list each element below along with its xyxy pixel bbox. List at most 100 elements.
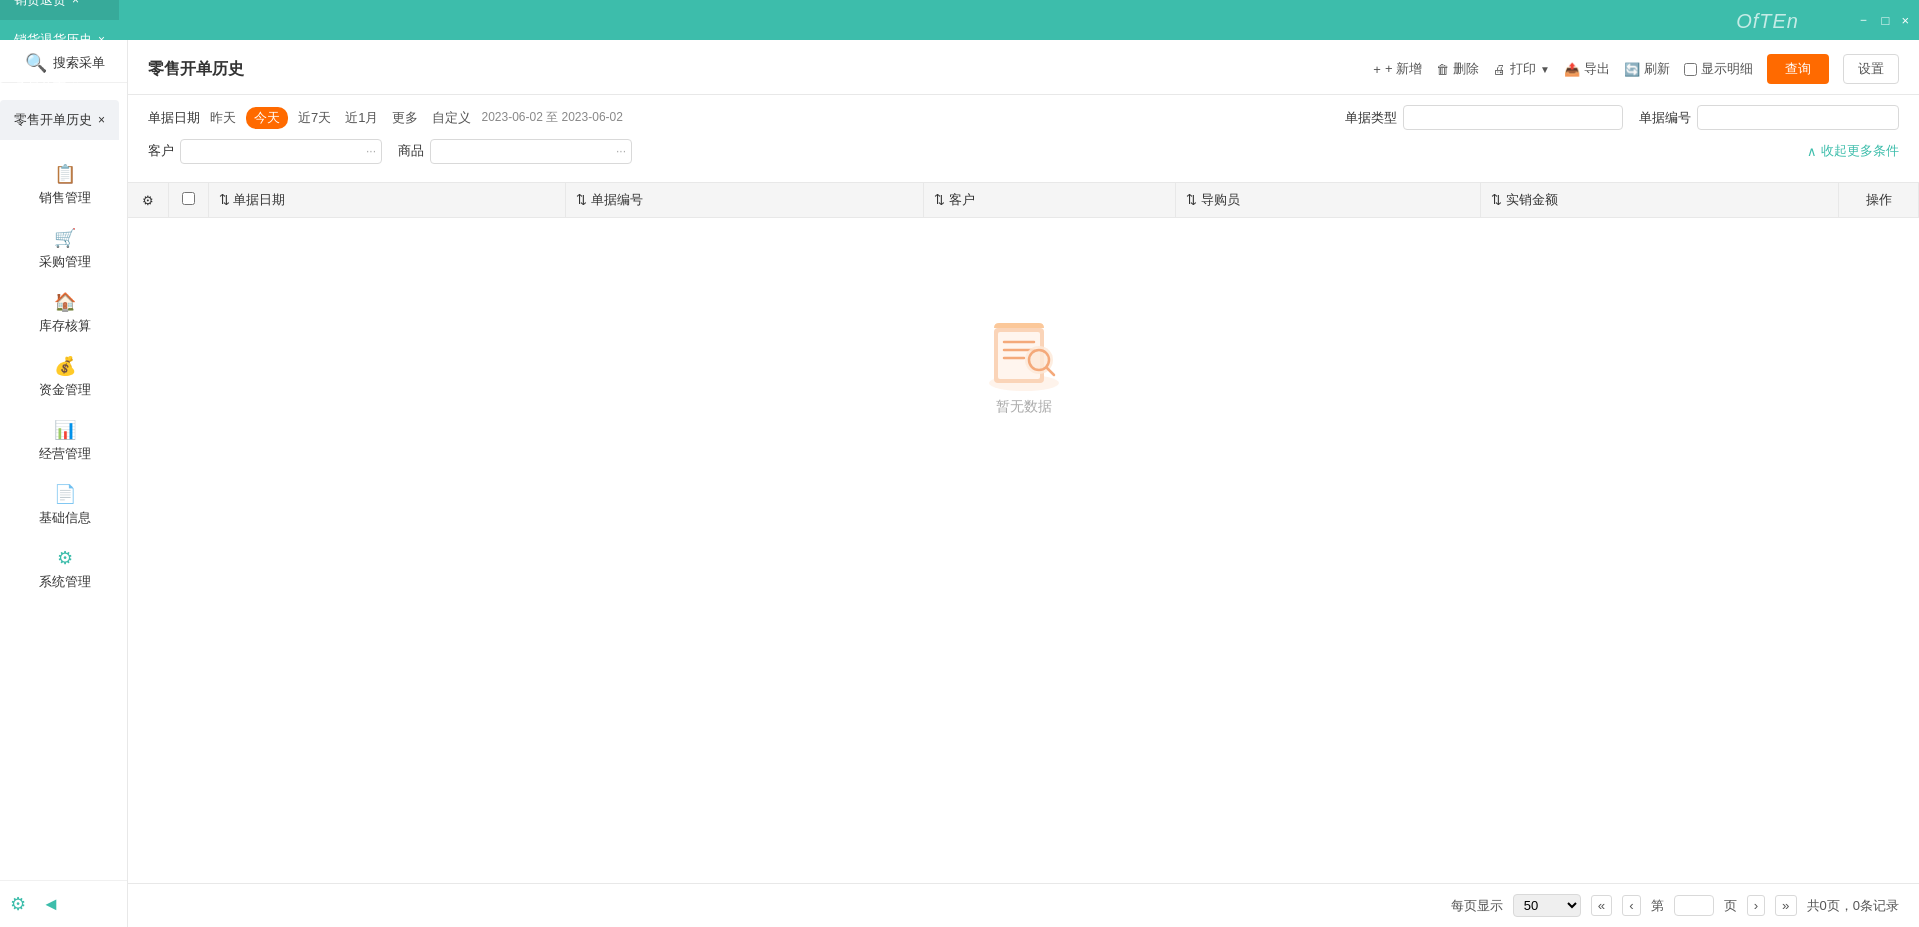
sidebar: 🔍 搜索采单 ⊞快捷导航📋销售管理🛒采购管理🏠库存核算💰资金管理📊经营管理📄基础… xyxy=(0,40,128,927)
main-layout: 🔍 搜索采单 ⊞快捷导航📋销售管理🛒采购管理🏠库存核算💰资金管理📊经营管理📄基础… xyxy=(0,40,1919,927)
page-header: 零售开单历史 + + 新增 🗑 删除 🖨 打印 ▼ 📤 导出 xyxy=(128,40,1919,95)
doc-type-select[interactable] xyxy=(1403,105,1623,130)
collapse-btn-container: ∧ 收起更多条件 xyxy=(1807,138,1899,164)
doc-number-label: 单据编号 xyxy=(1639,109,1691,127)
query-button[interactable]: 查询 xyxy=(1767,54,1829,84)
data-table: ⚙ ⇅ 单据日期⇅ 单据编号⇅ 客户⇅ 导购员⇅ 实销金额操作 xyxy=(128,183,1919,218)
date-opt-5[interactable]: 自定义 xyxy=(428,107,475,129)
maximize-btn[interactable]: □ xyxy=(1882,13,1890,28)
tab-sales-return-history[interactable]: 销货退货历史× xyxy=(0,20,119,60)
finance-label: 资金管理 xyxy=(39,381,91,399)
display-detail-input[interactable] xyxy=(1684,63,1697,76)
col-header-date[interactable]: ⇅ 单据日期 xyxy=(208,183,566,218)
col-header-guide[interactable]: ⇅ 导购员 xyxy=(1176,183,1481,218)
date-opt-3[interactable]: 近1月 xyxy=(341,107,382,129)
sidebar-item-inventory[interactable]: 🏠 库存核算 xyxy=(0,279,127,343)
inventory-label: 库存核算 xyxy=(39,317,91,335)
tab-retail-open-history[interactable]: 零售开单历史× xyxy=(0,100,119,140)
filter-row-1: 单据日期 昨天今天近7天近1月更多自定义 2023-06-02 至 2023-0… xyxy=(148,105,1899,130)
product-input[interactable] xyxy=(430,139,632,164)
doc-type-label: 单据类型 xyxy=(1345,109,1397,127)
close-btn[interactable]: × xyxy=(1901,13,1909,28)
export-button[interactable]: 📤 导出 xyxy=(1564,60,1610,78)
table-header: ⚙ ⇅ 单据日期⇅ 单据编号⇅ 客户⇅ 导购员⇅ 实销金额操作 xyxy=(128,183,1919,218)
delete-label: 删除 xyxy=(1453,60,1479,78)
sidebar-footer: ⚙ ◄ xyxy=(0,880,127,927)
col-header-number[interactable]: ⇅ 单据编号 xyxy=(566,183,924,218)
date-opt-1[interactable]: 今天 xyxy=(246,107,288,129)
print-button[interactable]: 🖨 打印 ▼ xyxy=(1493,60,1550,78)
collapse-icon: ∧ xyxy=(1807,144,1817,159)
date-opt-0[interactable]: 昨天 xyxy=(206,107,240,129)
prev-page-btn[interactable]: ‹ xyxy=(1622,895,1640,916)
display-detail-label: 显示明细 xyxy=(1701,60,1753,78)
delete-icon: 🗑 xyxy=(1436,62,1449,77)
refresh-button[interactable]: 🔄 刷新 xyxy=(1624,60,1670,78)
export-icon: 📤 xyxy=(1564,62,1580,77)
page-size-select[interactable]: 102050100 xyxy=(1513,894,1581,917)
brand-watermark: OfTEn xyxy=(1736,10,1799,33)
date-opt-2[interactable]: 近7天 xyxy=(294,107,335,129)
pagination-bar: 每页显示 102050100 « ‹ 第 1 页 › » 共0页，0条记录 xyxy=(128,883,1919,927)
page-title: 零售开单历史 xyxy=(148,59,244,80)
settings-icon[interactable]: ⚙ xyxy=(10,893,26,915)
next-page-btn[interactable]: › xyxy=(1747,895,1765,916)
sidebar-item-operations[interactable]: 📊经营管理 xyxy=(0,407,127,471)
sys-mgmt-icon: ⚙ xyxy=(57,547,73,569)
print-icon: 🖨 xyxy=(1493,62,1506,77)
table-header-row: ⚙ ⇅ 单据日期⇅ 单据编号⇅ 客户⇅ 导购员⇅ 实销金额操作 xyxy=(128,183,1919,218)
content-area: 零售开单历史 + + 新增 🗑 删除 🖨 打印 ▼ 📤 导出 xyxy=(128,40,1919,927)
tab-close-sales-return-history[interactable]: × xyxy=(98,33,105,47)
sidebar-item-basic-info[interactable]: 📄基础信息 xyxy=(0,471,127,535)
settings-button[interactable]: 设置 xyxy=(1843,54,1899,84)
inventory-icon: 🏠 xyxy=(54,291,76,313)
filter-row-2: 客户 ··· 商品 ··· ∧ xyxy=(148,138,1899,164)
tab-retail-open[interactable]: 零售开单× xyxy=(0,60,119,100)
tab-sales-return[interactable]: 销货退货× xyxy=(0,0,119,20)
delete-button[interactable]: 🗑 删除 xyxy=(1436,60,1479,78)
col-header-operation: 操作 xyxy=(1839,183,1919,218)
first-page-btn[interactable]: « xyxy=(1591,895,1612,916)
page-input[interactable]: 1 xyxy=(1674,895,1714,916)
refresh-label: 刷新 xyxy=(1644,60,1670,78)
col-header-settings: ⚙ xyxy=(128,183,168,218)
customer-filter: 客户 ··· xyxy=(148,139,382,164)
product-filter: 商品 ··· xyxy=(398,139,632,164)
sidebar-item-purchase-mgmt[interactable]: 🛒采购管理 xyxy=(0,215,127,279)
collapse-sidebar-icon[interactable]: ◄ xyxy=(42,894,60,915)
last-page-btn[interactable]: » xyxy=(1775,895,1796,916)
doc-number-input[interactable] xyxy=(1697,105,1899,130)
col-header-amount[interactable]: ⇅ 实销金额 xyxy=(1480,183,1838,218)
minimize-btn[interactable]: － xyxy=(1857,11,1870,29)
date-label: 单据日期 xyxy=(148,109,200,127)
tab-close-retail-open-history[interactable]: × xyxy=(98,113,105,127)
collapse-label: 收起更多条件 xyxy=(1821,142,1899,160)
collapse-button[interactable]: ∧ 收起更多条件 xyxy=(1807,138,1899,164)
purchase-mgmt-icon: 🛒 xyxy=(54,227,76,249)
tab-close-retail-open[interactable]: × xyxy=(72,73,79,87)
tab-close-sales-return[interactable]: × xyxy=(72,0,79,7)
col-header-checkbox xyxy=(168,183,208,218)
empty-illustration xyxy=(974,298,1074,398)
filter-area: 单据日期 昨天今天近7天近1月更多自定义 2023-06-02 至 2023-0… xyxy=(128,95,1919,183)
date-opt-4[interactable]: 更多 xyxy=(388,107,422,129)
operations-label: 经营管理 xyxy=(39,445,91,463)
sidebar-item-sales-mgmt[interactable]: 📋销售管理 xyxy=(0,151,127,215)
print-dropdown-icon: ▼ xyxy=(1540,64,1550,75)
customer-input[interactable] xyxy=(180,139,382,164)
sidebar-item-finance[interactable]: 💰资金管理 xyxy=(0,343,127,407)
doc-type-input-wrap xyxy=(1403,105,1623,130)
new-icon: + xyxy=(1373,62,1381,77)
empty-text: 暂无数据 xyxy=(996,398,1052,416)
display-detail-checkbox[interactable]: 显示明细 xyxy=(1684,60,1753,78)
customer-dots[interactable]: ··· xyxy=(366,144,376,158)
sidebar-item-sys-mgmt[interactable]: ⚙系统管理 xyxy=(0,535,127,599)
new-button[interactable]: + + 新增 xyxy=(1373,60,1422,78)
col-header-customer[interactable]: ⇅ 客户 xyxy=(924,183,1176,218)
header-actions: + + 新增 🗑 删除 🖨 打印 ▼ 📤 导出 🔄 xyxy=(1373,54,1899,84)
basic-info-icon: 📄 xyxy=(54,483,76,505)
product-dots[interactable]: ··· xyxy=(616,144,626,158)
select-all-checkbox[interactable] xyxy=(182,192,195,205)
new-label: + 新增 xyxy=(1385,60,1422,78)
product-label: 商品 xyxy=(398,142,424,160)
